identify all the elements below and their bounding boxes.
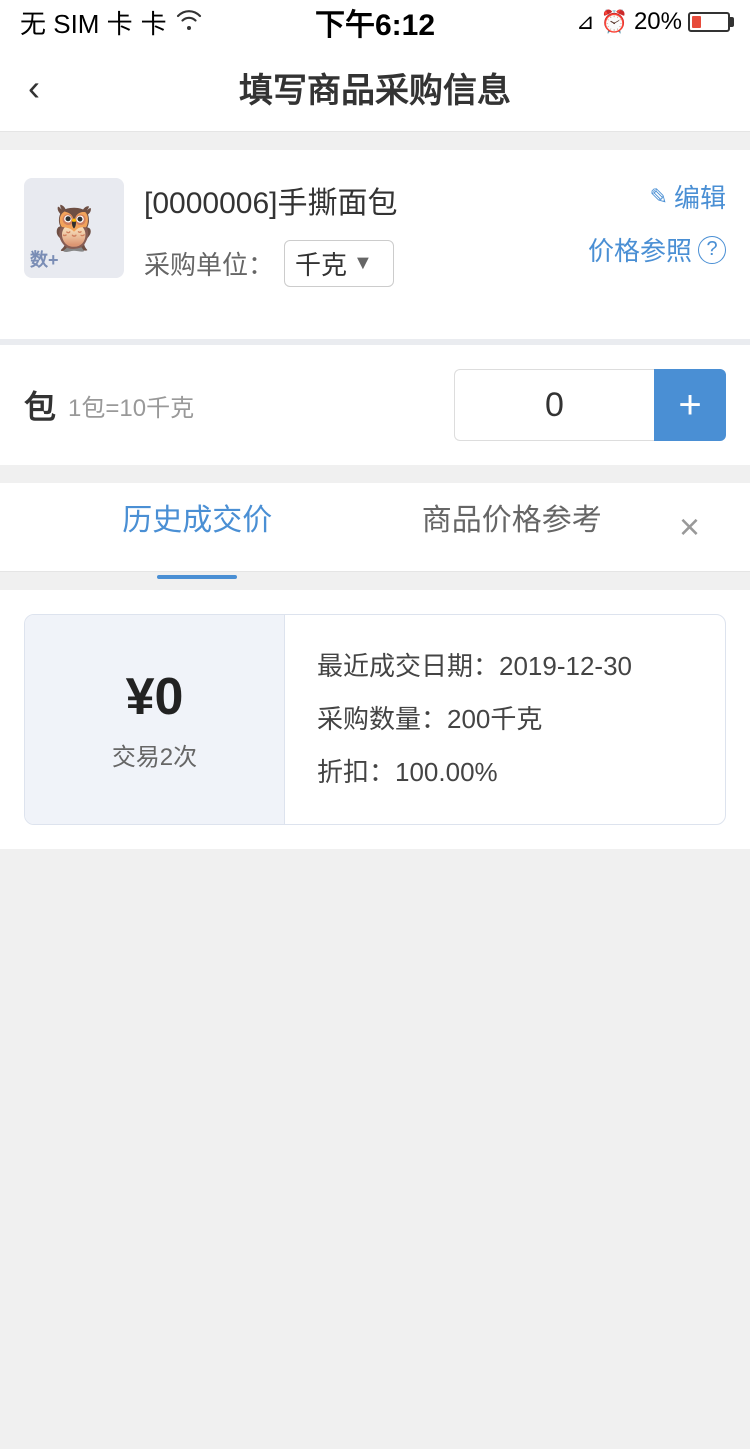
help-icon: ? <box>698 236 726 264</box>
card-trade-count: 交易2次 <box>112 737 197 772</box>
battery-indicator <box>688 12 730 32</box>
battery-percent: 20% <box>634 8 682 36</box>
purchase-qty-label: 采购数量： <box>317 704 447 734</box>
unit-conversion: 1包=10千克 <box>68 388 194 423</box>
tab-history-price[interactable]: 历史成交价 <box>40 495 354 559</box>
card-left: ¥0 交易2次 <box>25 615 285 824</box>
product-name: [0000006]手撕面包 <box>144 178 588 222</box>
sim-icon: 卡 <box>141 4 167 41</box>
history-card: ¥0 交易2次 最近成交日期：2019-12-30 采购数量：200千克 折扣：… <box>24 614 726 825</box>
location-icon: ⊿ <box>576 9 594 35</box>
purchase-qty-row: 采购数量：200千克 <box>317 700 693 739</box>
product-details: [0000006]手撕面包 采购单位： 千克 ▼ <box>144 178 588 287</box>
price-ref-button[interactable]: 价格参照 ? <box>588 231 726 268</box>
edit-label: 编辑 <box>674 178 726 215</box>
product-section: 🦉 数+ [0000006]手撕面包 采购单位： 千克 ▼ ✎ 编辑 <box>0 150 750 339</box>
quantity-plus-button[interactable]: + <box>654 369 726 441</box>
discount-row: 折扣：100.00% <box>317 753 693 792</box>
unit-value: 千克 <box>295 245 347 282</box>
quantity-row: 包 1包=10千克 0 + <box>0 339 750 465</box>
right-column: ✎ 编辑 价格参照 ? <box>588 178 726 268</box>
tab-price-ref-label: 商品价格参考 <box>422 495 602 539</box>
last-deal-date-row: 最近成交日期：2019-12-30 <box>317 647 693 686</box>
status-bar: 无 SIM 卡 卡 下午6:12 ⊿ ⏰ 20% <box>0 0 750 44</box>
product-unit-row: 采购单位： 千克 ▼ <box>144 240 588 287</box>
edit-icon: ✎ <box>650 184 668 210</box>
tab-history-label: 历史成交价 <box>122 495 272 539</box>
product-header: 🦉 数+ [0000006]手撕面包 采购单位： 千克 ▼ ✎ 编辑 <box>24 178 726 287</box>
quantity-unit-badge: 包 <box>24 382 56 428</box>
status-right: ⊿ ⏰ 20% <box>576 8 730 36</box>
page-title: 填写商品采购信息 <box>239 63 511 112</box>
edit-button[interactable]: ✎ 编辑 <box>650 178 726 215</box>
plus-icon: + <box>678 383 701 428</box>
product-info: 🦉 数+ [0000006]手撕面包 采购单位： 千克 ▼ <box>24 178 588 287</box>
dropdown-arrow-icon: ▼ <box>353 252 373 275</box>
tabs-header: 历史成交价 商品价格参考 × <box>0 483 750 571</box>
logo-text: 数+ <box>30 246 59 272</box>
carrier-label: 无 SIM 卡 <box>20 4 133 41</box>
last-deal-date-value: 2019-12-30 <box>499 651 632 681</box>
time-label: 下午6:12 <box>315 0 435 44</box>
nav-bar: ‹ 填写商品采购信息 <box>0 44 750 132</box>
card-price: ¥0 <box>126 667 184 727</box>
tabs-close-button[interactable]: × <box>669 506 710 548</box>
tab-price-ref[interactable]: 商品价格参考 <box>354 495 668 559</box>
status-left: 无 SIM 卡 卡 <box>20 4 203 41</box>
product-image: 🦉 数+ <box>24 178 124 278</box>
wifi-icon <box>175 7 203 38</box>
card-right: 最近成交日期：2019-12-30 采购数量：200千克 折扣：100.00% <box>285 615 725 824</box>
quantity-value: 0 <box>545 386 564 425</box>
quantity-input[interactable]: 0 <box>454 369 654 441</box>
tabs-section: 历史成交价 商品价格参考 × <box>0 483 750 572</box>
purchase-qty-value: 200千克 <box>447 704 542 734</box>
discount-label: 折扣： <box>317 757 395 787</box>
quantity-left: 包 1包=10千克 <box>24 382 194 428</box>
unit-label: 采购单位： <box>144 245 274 282</box>
price-ref-label: 价格参照 <box>588 231 692 268</box>
back-button[interactable]: ‹ <box>28 67 40 109</box>
alarm-icon: ⏰ <box>601 9 628 35</box>
discount-value: 100.00% <box>395 757 498 787</box>
tab-active-underline <box>157 575 237 579</box>
unit-select[interactable]: 千克 ▼ <box>284 240 394 287</box>
card-section: ¥0 交易2次 最近成交日期：2019-12-30 采购数量：200千克 折扣：… <box>0 590 750 849</box>
quantity-right: 0 + <box>454 369 726 441</box>
last-deal-date-label: 最近成交日期： <box>317 651 499 681</box>
main-content-area <box>0 849 750 1449</box>
